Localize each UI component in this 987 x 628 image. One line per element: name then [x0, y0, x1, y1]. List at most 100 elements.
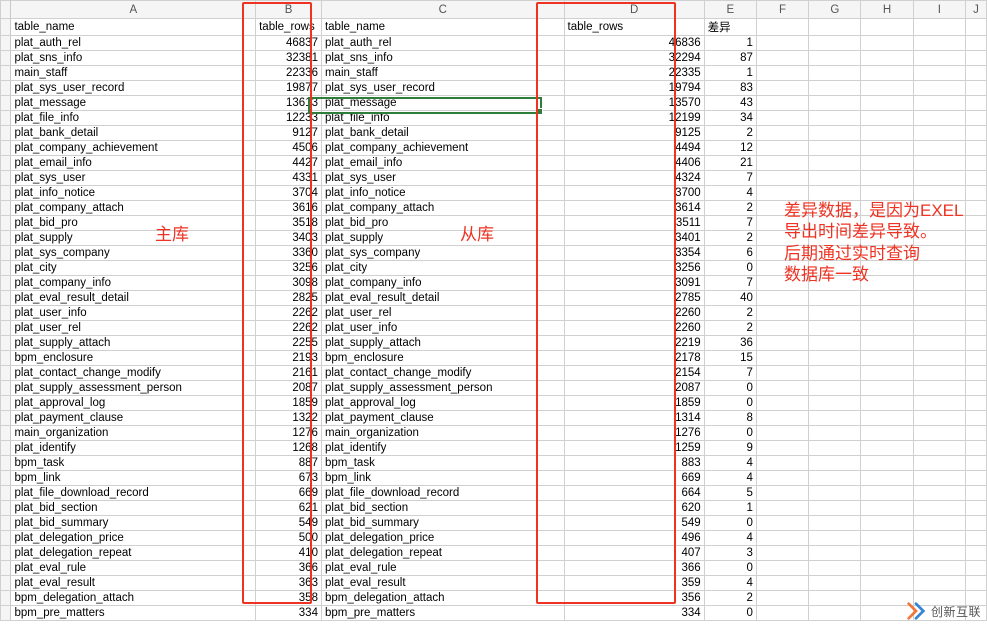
cell[interactable] — [965, 171, 986, 186]
cell[interactable] — [809, 171, 861, 186]
cell[interactable] — [861, 306, 913, 321]
cell[interactable]: 0 — [704, 426, 756, 441]
cell[interactable]: bpm_enclosure — [321, 351, 564, 366]
cell[interactable]: 46836 — [564, 36, 704, 51]
cell[interactable]: plat_company_attach — [321, 201, 564, 216]
cell[interactable] — [756, 171, 808, 186]
cell[interactable]: plat_delegation_price — [11, 531, 256, 546]
cell[interactable]: 1859 — [564, 396, 704, 411]
cell[interactable]: bpm_enclosure — [11, 351, 256, 366]
row-header[interactable] — [1, 591, 11, 606]
cell[interactable]: 2087 — [256, 381, 322, 396]
cell[interactable]: 2262 — [256, 321, 322, 336]
cell[interactable]: 32381 — [256, 51, 322, 66]
cell[interactable]: plat_sns_info — [11, 51, 256, 66]
cell[interactable]: 19794 — [564, 81, 704, 96]
cell[interactable] — [756, 51, 808, 66]
cell[interactable]: plat_bid_summary — [11, 516, 256, 531]
cell[interactable]: 621 — [256, 501, 322, 516]
cell[interactable] — [809, 351, 861, 366]
cell[interactable]: plat_payment_clause — [321, 411, 564, 426]
cell[interactable]: plat_eval_rule — [321, 561, 564, 576]
cell[interactable] — [913, 201, 965, 216]
cell[interactable]: plat_delegation_repeat — [11, 546, 256, 561]
cell[interactable]: 22336 — [256, 66, 322, 81]
cell[interactable]: main_staff — [321, 66, 564, 81]
grid[interactable]: A B C D E F G H I J table_nametable_rows… — [0, 0, 987, 621]
cell[interactable] — [965, 411, 986, 426]
cell[interactable]: 9 — [704, 441, 756, 456]
col-G[interactable]: G — [809, 1, 861, 19]
row-header[interactable] — [1, 546, 11, 561]
cell[interactable] — [861, 591, 913, 606]
cell[interactable]: 19877 — [256, 81, 322, 96]
cell[interactable]: 3 — [704, 546, 756, 561]
cell[interactable] — [861, 291, 913, 306]
cell[interactable] — [756, 246, 808, 261]
cell[interactable] — [861, 561, 913, 576]
cell[interactable]: plat_file_info — [321, 111, 564, 126]
col-C[interactable]: C — [321, 1, 564, 19]
cell[interactable] — [861, 186, 913, 201]
cell[interactable] — [965, 186, 986, 201]
row-header[interactable] — [1, 19, 11, 36]
cell[interactable] — [913, 411, 965, 426]
col-D[interactable]: D — [564, 1, 704, 19]
cell[interactable]: 1 — [704, 66, 756, 81]
cell[interactable]: 359 — [564, 576, 704, 591]
cell[interactable] — [913, 126, 965, 141]
cell[interactable]: plat_eval_result — [321, 576, 564, 591]
row-header[interactable] — [1, 141, 11, 156]
cell[interactable] — [965, 396, 986, 411]
row-header[interactable] — [1, 606, 11, 621]
cell[interactable]: plat_sys_user — [321, 171, 564, 186]
cell[interactable] — [756, 546, 808, 561]
col-J[interactable]: J — [965, 1, 986, 19]
cell[interactable]: 3091 — [564, 276, 704, 291]
cell[interactable]: plat_sys_user_record — [321, 81, 564, 96]
cell[interactable]: 549 — [256, 516, 322, 531]
cell[interactable]: table_rows — [564, 19, 704, 36]
cell[interactable] — [965, 111, 986, 126]
cell[interactable]: bpm_link — [11, 471, 256, 486]
cell[interactable]: 2178 — [564, 351, 704, 366]
cell[interactable] — [913, 141, 965, 156]
cell[interactable] — [809, 111, 861, 126]
cell[interactable]: 2 — [704, 591, 756, 606]
cell[interactable]: 2161 — [256, 366, 322, 381]
cell[interactable]: 4 — [704, 471, 756, 486]
row-header[interactable] — [1, 81, 11, 96]
cell[interactable]: 496 — [564, 531, 704, 546]
cell[interactable]: plat_company_info — [321, 276, 564, 291]
row-header[interactable] — [1, 456, 11, 471]
cell[interactable] — [809, 201, 861, 216]
cell[interactable]: 差异 — [704, 19, 756, 36]
cell[interactable]: 1268 — [256, 441, 322, 456]
cell[interactable]: 1276 — [256, 426, 322, 441]
cell[interactable] — [809, 501, 861, 516]
row-header[interactable] — [1, 186, 11, 201]
cell[interactable]: plat_sns_info — [321, 51, 564, 66]
cell[interactable] — [861, 111, 913, 126]
cell[interactable] — [913, 321, 965, 336]
cell[interactable] — [965, 36, 986, 51]
cell[interactable] — [965, 96, 986, 111]
cell[interactable] — [756, 516, 808, 531]
cell[interactable]: 2 — [704, 201, 756, 216]
cell[interactable] — [861, 246, 913, 261]
cell[interactable] — [756, 501, 808, 516]
row-header[interactable] — [1, 306, 11, 321]
cell[interactable] — [913, 606, 965, 621]
cell[interactable]: table_name — [321, 19, 564, 36]
cell[interactable]: plat_supply — [321, 231, 564, 246]
cell[interactable]: 5 — [704, 486, 756, 501]
cell[interactable] — [965, 306, 986, 321]
cell[interactable]: 7 — [704, 216, 756, 231]
cell[interactable]: plat_user_rel — [321, 306, 564, 321]
cell[interactable]: plat_contact_change_modify — [321, 366, 564, 381]
cell[interactable] — [809, 36, 861, 51]
row-header[interactable] — [1, 51, 11, 66]
cell[interactable]: 1859 — [256, 396, 322, 411]
cell[interactable] — [913, 366, 965, 381]
cell[interactable] — [809, 19, 861, 36]
